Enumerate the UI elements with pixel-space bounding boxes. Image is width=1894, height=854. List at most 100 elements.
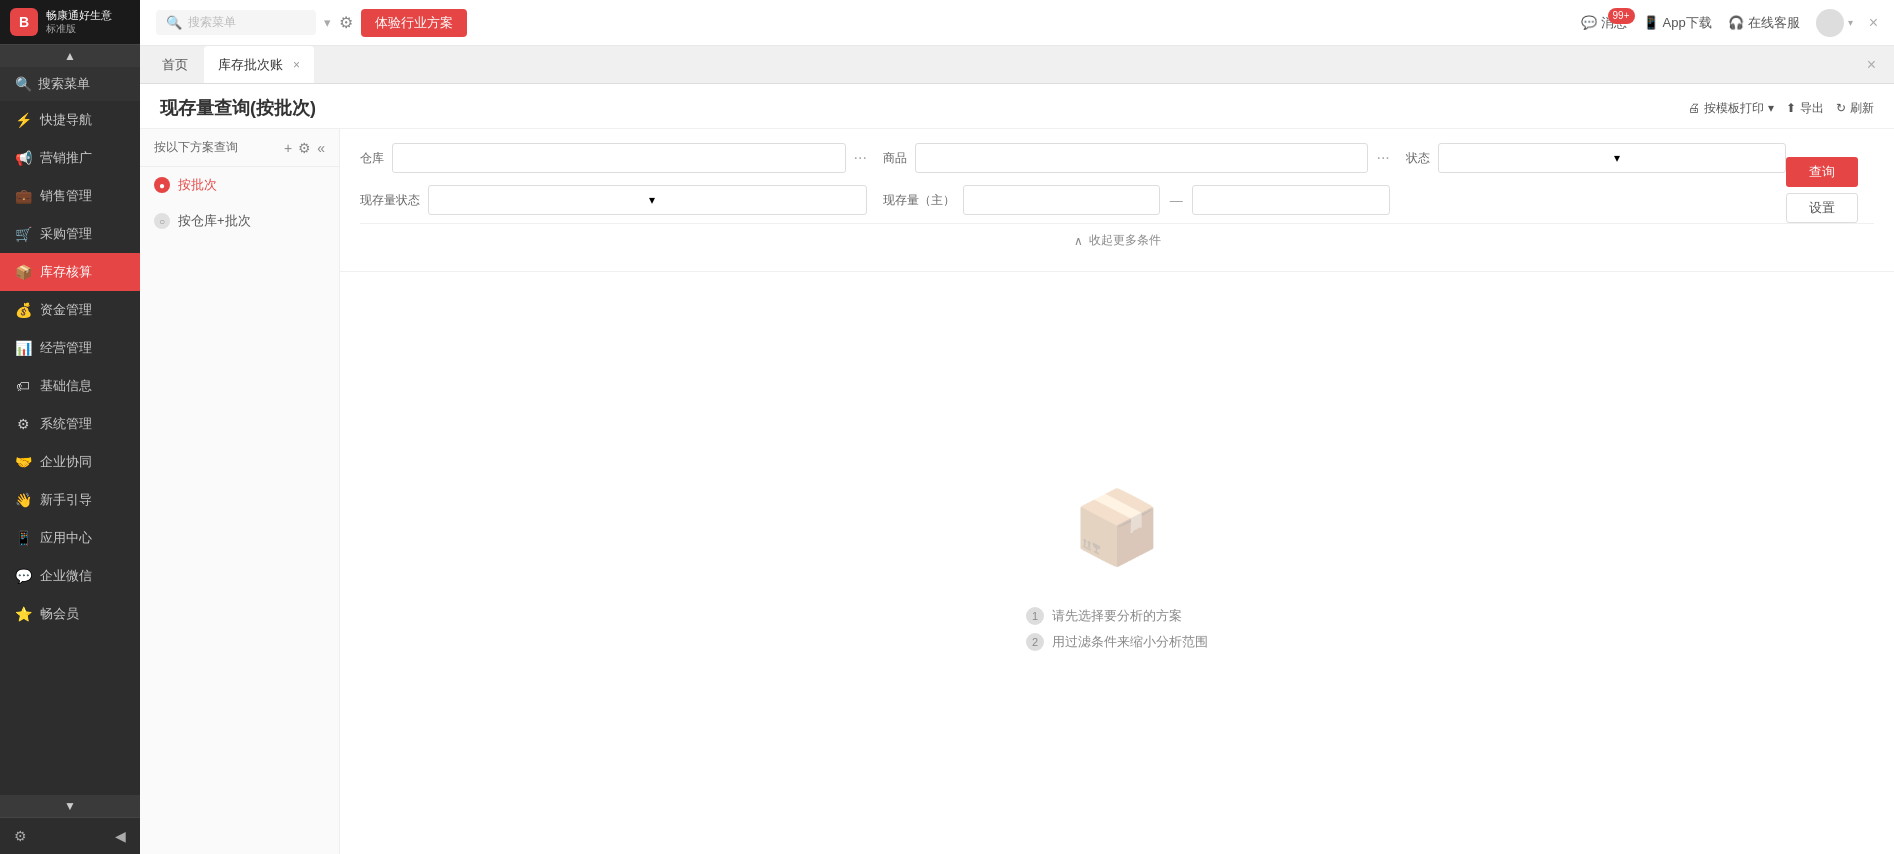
sidebar-item-search[interactable]: 🔍 搜索菜单 [0,67,140,101]
scheme-settings-icon[interactable]: ⚙ [298,140,311,156]
filter-status: 状态 ▾ [1406,143,1786,173]
export-btn[interactable]: ⬆ 导出 [1786,100,1824,117]
sidebar-item-purchase[interactable]: 🛒 采购管理 [0,215,140,253]
sidebar-item-inventory[interactable]: 📦 库存核算 [0,253,140,291]
sidebar-item-appcenter[interactable]: 📱 应用中心 [0,519,140,557]
sidebar-item-vip[interactable]: ⭐ 畅会员 [0,595,140,633]
settings-topbar-icon[interactable]: ⚙ [339,13,353,32]
inventory-qty-max[interactable] [1192,185,1389,215]
newguide-icon: 👋 [14,491,32,509]
print-label: 按模板打印 [1704,100,1764,117]
sidebar-item-system[interactable]: ⚙ 系统管理 [0,405,140,443]
sidebar-item-quicknav[interactable]: ⚡ 快捷导航 [0,101,140,139]
status-dropdown[interactable]: ▾ [1438,143,1786,173]
warehouse-input[interactable] [392,143,846,173]
tab-home[interactable]: 首页 [148,46,202,83]
cooperation-icon: 🤝 [14,453,32,471]
scheme-panel: 按以下方案查询 + ⚙ « ● 按批次 ○ 按仓库+批次 [140,129,340,854]
print-icon: 🖨 [1688,101,1700,115]
inventory-status-chevron-icon: ▾ [649,193,857,207]
user-avatar-btn[interactable]: ▾ [1816,9,1853,37]
topbar: 🔍 搜索菜单 ▾ ⚙ 体验行业方案 💬 消息 99+ 📱 App下载 🎧 在线客… [140,0,1894,46]
sidebar-item-operations[interactable]: 📊 经营管理 [0,329,140,367]
company-name: 畅康通好生意 [46,8,112,22]
sidebar-item-baseinfo[interactable]: 🏷 基础信息 [0,367,140,405]
system-icon: ⚙ [14,415,32,433]
tip-2-num: 2 [1026,633,1044,651]
app-logo: B [10,8,38,36]
sidebar-nav: 🔍 搜索菜单 ⚡ 快捷导航 📢 营销推广 💼 销售管理 🛒 采购管理 📦 库存核… [0,67,140,795]
scheme-item-label-0: 按批次 [178,176,217,194]
tab-side-close-btn[interactable]: × [1857,46,1886,83]
sidebar-item-sales[interactable]: 💼 销售管理 [0,177,140,215]
inventory-qty-range: — [963,185,1390,215]
tabbar: 首页 库存批次账 × × [140,46,1894,84]
close-right-icon: × [1867,56,1876,74]
scheme-add-icon[interactable]: + [284,140,292,156]
scheme-item-1[interactable]: ○ 按仓库+批次 [140,203,339,239]
collapse-bar[interactable]: ∧ 收起更多条件 [360,223,1874,257]
sidebar-item-label: 应用中心 [40,529,92,547]
messages-btn[interactable]: 💬 消息 99+ [1581,14,1627,32]
filter-row-1: 仓库 ··· 商品 ··· [360,143,1874,223]
page-header: 现存量查询(按批次) 🖨 按模板打印 ▾ ⬆ 导出 ↻ 刷新 [140,84,1894,129]
sidebar-item-newguide[interactable]: 👋 新手引导 [0,481,140,519]
export-label: 导出 [1800,100,1824,117]
scheme-collapse-icon[interactable]: « [317,140,325,156]
inventory-status-dropdown[interactable]: ▾ [428,185,867,215]
sidebar-item-label: 新手引导 [40,491,92,509]
collapse-icon: ∧ [1074,234,1083,248]
scroll-up-btn[interactable]: ▲ [0,45,140,67]
tip-1-num: 1 [1026,607,1044,625]
query-btn[interactable]: 查询 [1786,157,1858,187]
sidebar-item-finance[interactable]: 💰 资金管理 [0,291,140,329]
close-panel-btn[interactable]: × [1869,14,1878,32]
refresh-btn[interactable]: ↻ 刷新 [1836,100,1874,117]
sidebar-item-marketing[interactable]: 📢 营销推广 [0,139,140,177]
empty-illustration: 📦 [1072,485,1162,570]
chevron-down-icon: ▾ [324,15,331,30]
product-dots[interactable]: ··· [1376,149,1389,167]
scheme-item-0[interactable]: ● 按批次 [140,167,339,203]
phone-icon: 📱 [1643,15,1659,30]
filter-inventory-qty: 现存量（主） — [883,185,1390,215]
scroll-down-btn[interactable]: ▼ [0,795,140,817]
quicknav-icon: ⚡ [14,111,32,129]
tab-close-icon[interactable]: × [293,58,300,72]
product-input[interactable] [915,143,1369,173]
sidebar-item-label: 企业微信 [40,567,92,585]
sidebar-item-label: 营销推广 [40,149,92,167]
trial-btn[interactable]: 体验行业方案 [361,9,467,37]
edition-label: 标准版 [46,22,112,36]
sidebar-item-label: 搜索菜单 [38,75,90,93]
scheme-panel-title: 按以下方案查询 [154,139,238,156]
product-label: 商品 [883,150,907,167]
tab-inventory-batch[interactable]: 库存批次账 × [204,46,314,83]
online-service-btn[interactable]: 🎧 在线客服 [1728,14,1800,32]
weixin-icon: 💬 [14,567,32,585]
sidebar-item-label: 企业协同 [40,453,92,471]
settings-icon[interactable]: ⚙ [14,828,27,844]
collapse-sidebar-icon[interactable]: ◀ [115,828,126,844]
search-icon: 🔍 [14,75,32,93]
sales-icon: 💼 [14,187,32,205]
empty-tips: 1 请先选择要分析的方案 2 用过滤条件来缩小分析范围 [1026,607,1208,659]
message-icon: 💬 [1581,15,1597,30]
print-btn[interactable]: 🖨 按模板打印 ▾ [1688,100,1774,117]
tab-active-label: 库存批次账 [218,56,283,74]
inventory-qty-min[interactable] [963,185,1160,215]
app-download-btn[interactable]: 📱 App下载 [1643,14,1712,32]
query-area: 仓库 ··· 商品 ··· [340,129,1894,854]
topbar-left: 🔍 搜索菜单 ▾ ⚙ 体验行业方案 [156,9,1571,37]
qty-separator: — [1166,193,1186,208]
empty-state: 📦 1 请先选择要分析的方案 2 用过滤条件来缩小分析范围 [340,272,1894,854]
filter-row-top: 仓库 ··· 商品 ··· [360,143,1786,173]
main-area: 🔍 搜索菜单 ▾ ⚙ 体验行业方案 💬 消息 99+ 📱 App下载 🎧 在线客… [140,0,1894,854]
warehouse-dots[interactable]: ··· [854,149,867,167]
settings-btn[interactable]: 设置 [1786,193,1858,223]
sidebar-item-label: 系统管理 [40,415,92,433]
menu-search-box[interactable]: 🔍 搜索菜单 [156,10,316,35]
sidebar-item-label: 基础信息 [40,377,92,395]
sidebar-item-weixin[interactable]: 💬 企业微信 [0,557,140,595]
sidebar-item-cooperation[interactable]: 🤝 企业协同 [0,443,140,481]
